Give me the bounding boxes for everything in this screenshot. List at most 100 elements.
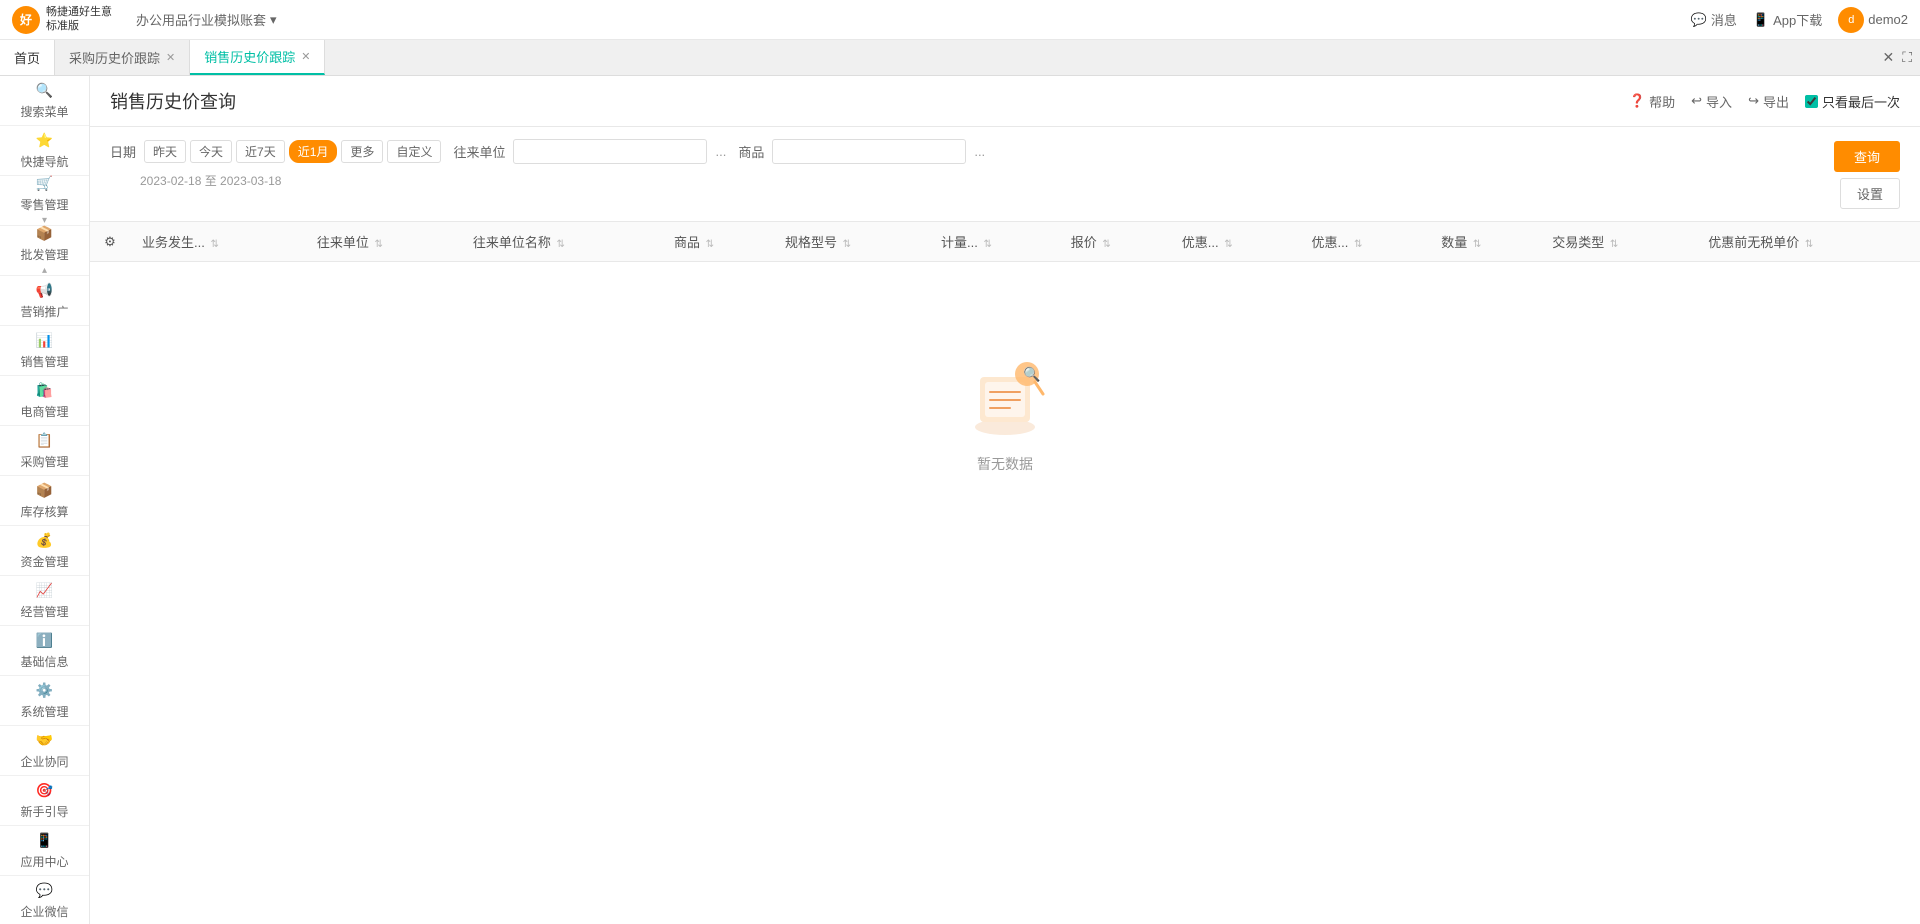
star-icon: ⭐ [36, 132, 53, 149]
box-icon: 📦 [36, 225, 53, 242]
th-biz-date[interactable]: 业务发生... ⇅ [130, 222, 305, 262]
close-purchase-tab-icon[interactable]: ✕ [166, 51, 175, 64]
topbar-right: 💬 消息 📱 App下载 d demo2 [1691, 7, 1908, 33]
th-quantity[interactable]: 数量 ⇅ [1429, 222, 1540, 262]
avatar: d [1838, 7, 1864, 33]
tab-spacer [325, 40, 1874, 75]
sidebar-item-enterprise-wechat[interactable]: 💬 企业微信 [0, 876, 89, 924]
only-last-input[interactable] [1805, 95, 1818, 108]
sidebar-item-new-guide[interactable]: 🎯 新手引导 [0, 776, 89, 826]
date-btn-last7days[interactable]: 近7天 [236, 140, 285, 163]
search-icon: 🔍 [36, 82, 53, 99]
goods-dots-icon[interactable]: ... [974, 144, 985, 159]
target-icon: 🎯 [36, 782, 53, 799]
sidebar-item-finance-mgmt[interactable]: 💰 资金管理 [0, 526, 89, 576]
help-btn[interactable]: ❓ 帮助 [1629, 92, 1675, 111]
sidebar-item-operations-mgmt[interactable]: 📈 经营管理 [0, 576, 89, 626]
sidebar-item-app-center[interactable]: 📱 应用中心 [0, 826, 89, 876]
sidebar-item-retail-mgmt[interactable]: 🛒 零售管理 ▾ [0, 176, 89, 226]
topbar: 好 畅捷通好生意 标准版 办公用品行业模拟账套 ▾ 💬 消息 📱 App下载 d… [0, 0, 1920, 40]
sidebar-item-marketing-promo[interactable]: 📢 营销推广 [0, 276, 89, 326]
partner-input[interactable] [513, 139, 707, 164]
message-btn[interactable]: 💬 消息 [1691, 10, 1737, 29]
tab-sales-history[interactable]: 销售历史价跟踪 ✕ [190, 40, 325, 75]
goods-input[interactable] [772, 139, 966, 164]
logo-area: 好 畅捷通好生意 标准版 [12, 6, 112, 34]
date-btn-last1month[interactable]: 近1月 [289, 140, 338, 163]
date-btn-more[interactable]: 更多 [341, 140, 383, 163]
sort-icon: ⇅ [1473, 239, 1481, 250]
date-btn-today[interactable]: 今天 [190, 140, 232, 163]
sidebar: 🔍 搜索菜单 ⭐ 快捷导航 🛒 零售管理 ▾ 📦 批发管理 ▴ 📢 营销推广 📊… [0, 76, 90, 924]
page-title: 销售历史价查询 [110, 88, 236, 114]
th-discount2[interactable]: 优惠... ⇅ [1299, 222, 1429, 262]
th-settings[interactable]: ⚙ [90, 222, 130, 262]
chart-icon: 📊 [36, 332, 53, 349]
logo-text: 畅捷通好生意 标准版 [46, 6, 112, 32]
th-partner-name[interactable]: 往来单位名称 ⇅ [461, 222, 662, 262]
th-discount1[interactable]: 优惠... ⇅ [1170, 222, 1300, 262]
gear-icon: ⚙️ [36, 682, 53, 699]
sort-icon: ⇅ [1354, 239, 1362, 250]
sort-icon: ⇅ [1224, 239, 1232, 250]
sidebar-item-ecommerce-mgmt[interactable]: 🛍️ 电商管理 [0, 376, 89, 426]
app-icon: 📱 [36, 832, 53, 849]
handshake-icon: 🤝 [36, 732, 53, 749]
partner-dots-icon[interactable]: ... [715, 144, 726, 159]
content-area: 销售历史价查询 ❓ 帮助 ↩ 导入 ↪ 导出 只看最后一次 [90, 76, 1920, 924]
sidebar-item-purchase-mgmt[interactable]: 📋 采购管理 [0, 426, 89, 476]
bag-icon: 🛍️ [36, 382, 53, 399]
sort-icon: ⇅ [1805, 239, 1813, 250]
table-header-row: ⚙ 业务发生... ⇅ 往来单位 ⇅ 往来单位名称 ⇅ [90, 222, 1920, 262]
import-icon: ↩ [1691, 93, 1702, 109]
sidebar-item-enterprise-collab[interactable]: 🤝 企业协同 [0, 726, 89, 776]
tab-purchase-history[interactable]: 采购历史价跟踪 ✕ [55, 40, 190, 75]
sidebar-item-sales-mgmt[interactable]: 📊 销售管理 [0, 326, 89, 376]
th-goods[interactable]: 商品 ⇅ [662, 222, 773, 262]
th-pretax-price[interactable]: 优惠前无税单价 ⇅ [1696, 222, 1920, 262]
svg-text:🔍: 🔍 [1023, 365, 1040, 383]
tab-home[interactable]: 首页 [0, 40, 55, 75]
maximize-icon[interactable]: ⛶ [1902, 49, 1912, 66]
date-btn-yesterday[interactable]: 昨天 [144, 140, 186, 163]
sidebar-item-inventory-reconcile[interactable]: 📦 库存核算 [0, 476, 89, 526]
data-table: ⚙ 业务发生... ⇅ 往来单位 ⇅ 往来单位名称 ⇅ [90, 222, 1920, 262]
tab-actions: ✕ ⛶ [1874, 40, 1920, 75]
query-button[interactable]: 查询 [1834, 141, 1900, 172]
megaphone-icon: 📢 [36, 282, 53, 299]
import-btn[interactable]: ↩ 导入 [1691, 92, 1732, 111]
export-btn[interactable]: ↪ 导出 [1748, 92, 1789, 111]
message-icon: 💬 [1691, 12, 1707, 28]
operations-icon: 📈 [36, 582, 53, 599]
app-download-btn[interactable]: 📱 App下载 [1753, 10, 1822, 29]
money-icon: 💰 [36, 532, 53, 549]
sidebar-item-basic-info[interactable]: ℹ️ 基础信息 [0, 626, 89, 676]
nav-selector[interactable]: 办公用品行业模拟账套 ▾ [136, 10, 277, 29]
sort-icon: ⇅ [1610, 239, 1618, 250]
sidebar-item-wholesale-mgmt[interactable]: 📦 批发管理 ▴ [0, 226, 89, 276]
sidebar-item-shortcut-nav[interactable]: ⭐ 快捷导航 [0, 126, 89, 176]
date-range-display: 2023-02-18 至 2023-03-18 [140, 172, 281, 189]
only-last-checkbox[interactable]: 只看最后一次 [1805, 92, 1900, 111]
page-header-actions: ❓ 帮助 ↩ 导入 ↪ 导出 只看最后一次 [1629, 92, 1900, 111]
date-options: 昨天 今天 近7天 近1月 更多 自定义 [144, 140, 441, 163]
th-spec[interactable]: 规格型号 ⇅ [773, 222, 929, 262]
th-partner-code[interactable]: 往来单位 ⇅ [305, 222, 461, 262]
filter-bar: 日期 昨天 今天 近7天 近1月 更多 自定义 [90, 127, 1920, 222]
th-quote[interactable]: 报价 ⇅ [1059, 222, 1170, 262]
empty-state-icon: 🔍 [955, 342, 1055, 442]
sidebar-item-system-settings[interactable]: ⚙️ 系统管理 [0, 676, 89, 726]
phone-icon: 📱 [1753, 12, 1769, 28]
settings-button[interactable]: 设置 [1840, 178, 1900, 209]
th-unit[interactable]: 计量... ⇅ [929, 222, 1059, 262]
user-profile[interactable]: d demo2 [1838, 7, 1908, 33]
date-btn-custom[interactable]: 自定义 [387, 140, 441, 163]
goods-filter: 商品 ... [738, 139, 985, 164]
close-window-icon[interactable]: ✕ [1882, 49, 1894, 66]
sidebar-item-search-menu[interactable]: 🔍 搜索菜单 [0, 76, 89, 126]
sort-icon: ⇅ [706, 239, 714, 250]
th-trade-type[interactable]: 交易类型 ⇅ [1540, 222, 1696, 262]
close-sales-tab-icon[interactable]: ✕ [301, 50, 310, 63]
inventory-icon: 📦 [36, 482, 53, 499]
date-filter: 日期 昨天 今天 近7天 近1月 更多 自定义 [110, 140, 441, 163]
